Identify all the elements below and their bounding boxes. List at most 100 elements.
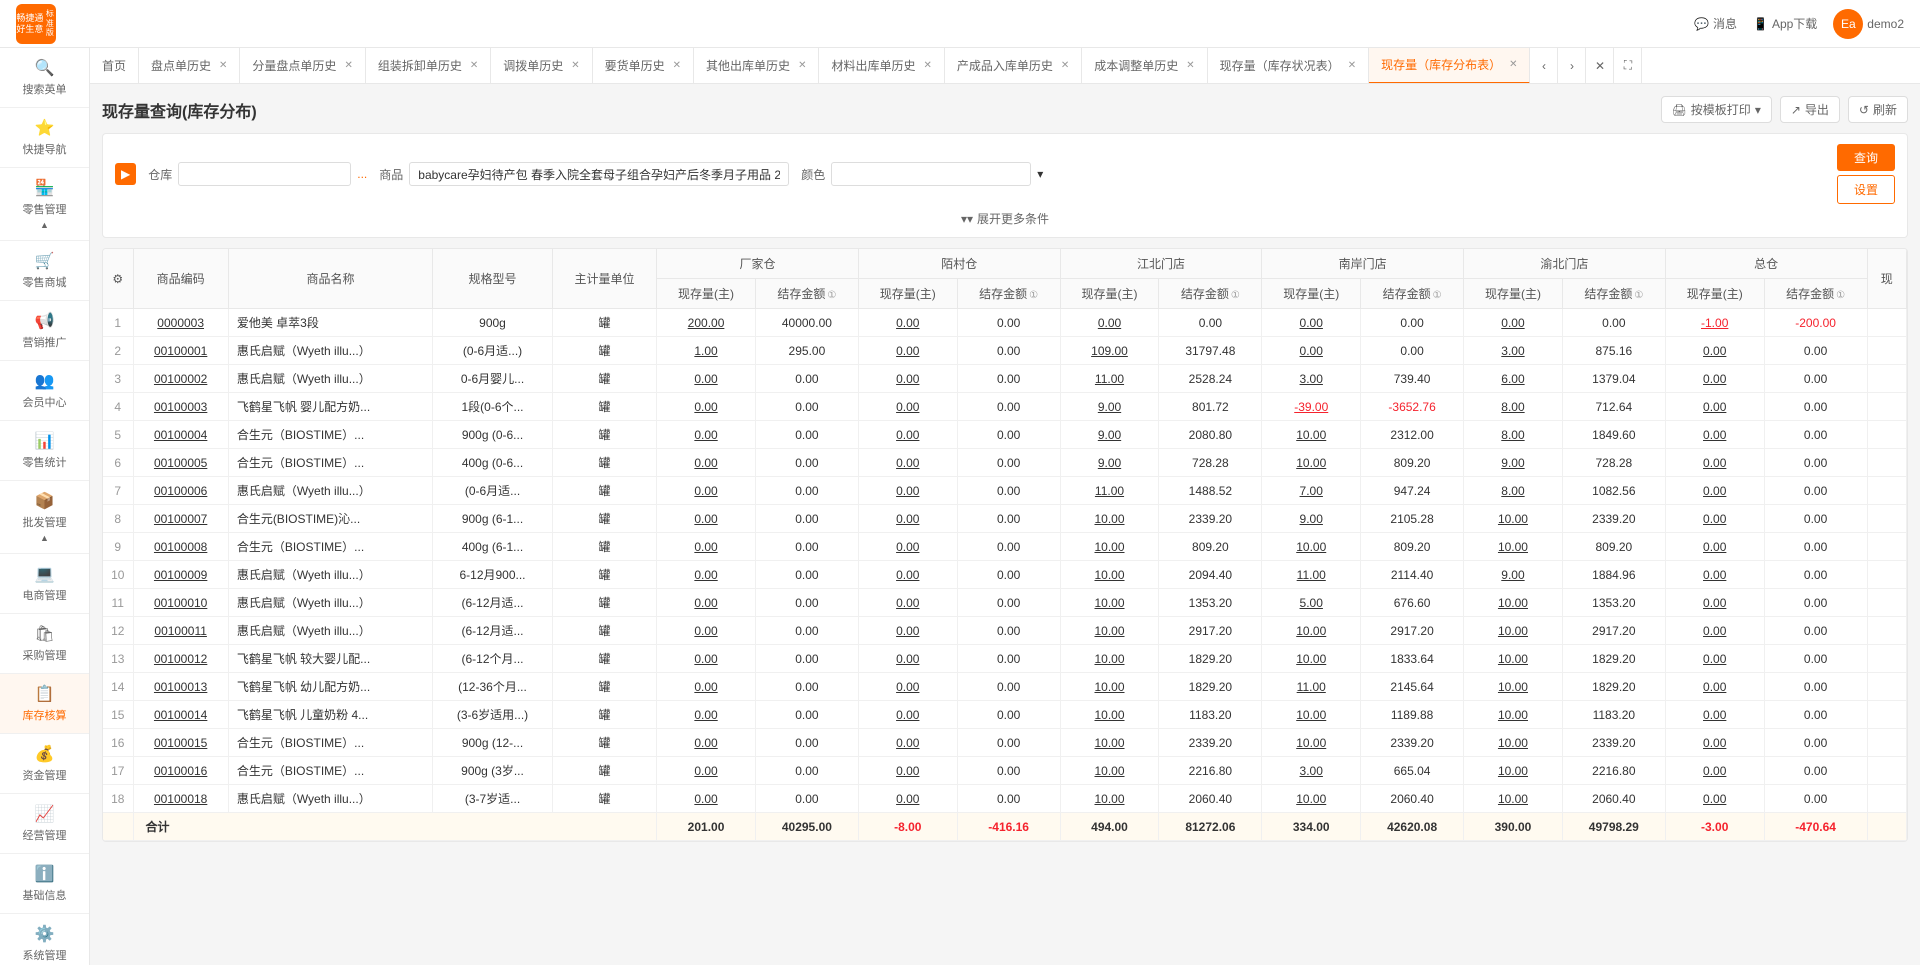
sidebar-item-零售统计[interactable]: 📊零售统计 bbox=[0, 421, 89, 481]
table-cell[interactable]: 0.00 bbox=[657, 393, 756, 421]
tab-close-all[interactable]: ✕ bbox=[1586, 48, 1614, 84]
table-cell[interactable]: 9.00 bbox=[1060, 393, 1159, 421]
table-cell[interactable]: 0.00 bbox=[1665, 449, 1764, 477]
table-cell[interactable]: 0.00 bbox=[657, 757, 756, 785]
table-cell[interactable]: 0.00 bbox=[858, 533, 957, 561]
table-cell[interactable]: 0.00 bbox=[858, 477, 957, 505]
table-cell[interactable]: 0.00 bbox=[858, 617, 957, 645]
product-code[interactable]: 00100009 bbox=[133, 561, 228, 589]
tab-close[interactable]: ✕ bbox=[1348, 60, 1356, 71]
table-cell[interactable]: 0.00 bbox=[1665, 673, 1764, 701]
info-icon[interactable]: ① bbox=[1634, 290, 1643, 301]
sidebar-item-会员中心[interactable]: 👥会员中心 bbox=[0, 361, 89, 421]
table-cell[interactable]: 10.00 bbox=[1464, 729, 1563, 757]
table-cell[interactable]: 0.00 bbox=[657, 785, 756, 813]
table-cell[interactable]: 10.00 bbox=[1060, 701, 1159, 729]
table-cell[interactable]: 5.00 bbox=[1262, 589, 1361, 617]
table-cell[interactable]: 0.00 bbox=[858, 589, 957, 617]
table-cell[interactable]: 8.00 bbox=[1464, 477, 1563, 505]
table-cell[interactable]: 0.00 bbox=[858, 421, 957, 449]
tab-expand[interactable]: ⛶ bbox=[1614, 48, 1642, 84]
table-cell[interactable]: 0.00 bbox=[657, 421, 756, 449]
info-icon[interactable]: ① bbox=[1231, 290, 1240, 301]
tab-prev[interactable]: ‹ bbox=[1530, 48, 1558, 84]
sidebar-item-采购管理[interactable]: 🛍采购管理 bbox=[0, 614, 89, 674]
table-cell[interactable]: 200.00 bbox=[657, 309, 756, 337]
table-cell[interactable]: 0.00 bbox=[1665, 617, 1764, 645]
tab-close[interactable]: ✕ bbox=[470, 60, 478, 71]
table-cell[interactable]: 0.00 bbox=[858, 365, 957, 393]
table-cell[interactable]: 10.00 bbox=[1060, 757, 1159, 785]
table-cell[interactable]: 10.00 bbox=[1060, 561, 1159, 589]
sidebar-item-搜索英单[interactable]: 🔍搜索英单 bbox=[0, 48, 89, 108]
product-code[interactable]: 00100008 bbox=[133, 533, 228, 561]
table-cell[interactable]: 6.00 bbox=[1464, 365, 1563, 393]
table-cell[interactable]: 11.00 bbox=[1262, 561, 1361, 589]
sidebar-item-零售管理[interactable]: 🏪零售管理▲ bbox=[0, 168, 89, 241]
product-code[interactable]: 00100003 bbox=[133, 393, 228, 421]
table-cell[interactable]: 11.00 bbox=[1060, 365, 1159, 393]
table-cell[interactable]: 10.00 bbox=[1464, 617, 1563, 645]
print-btn[interactable]: 🖨 按模板打印 ▾ bbox=[1661, 96, 1772, 123]
color-dropdown-icon[interactable]: ▾ bbox=[1037, 167, 1043, 181]
tab-close[interactable]: ✕ bbox=[1061, 60, 1069, 71]
table-cell[interactable]: 10.00 bbox=[1060, 785, 1159, 813]
settings-col-header[interactable]: ⚙ bbox=[103, 249, 133, 309]
info-icon[interactable]: ① bbox=[1433, 290, 1442, 301]
tab-6[interactable]: 其他出库单历史 ✕ bbox=[694, 48, 819, 84]
table-cell[interactable]: 7.00 bbox=[1262, 477, 1361, 505]
table-cell[interactable]: 3.00 bbox=[1464, 337, 1563, 365]
tab-3[interactable]: 组装拆卸单历史 ✕ bbox=[366, 48, 491, 84]
table-cell[interactable]: 0.00 bbox=[657, 701, 756, 729]
table-cell[interactable]: 0.00 bbox=[1665, 589, 1764, 617]
table-cell[interactable]: 10.00 bbox=[1262, 645, 1361, 673]
table-cell[interactable]: 0.00 bbox=[858, 309, 957, 337]
table-cell[interactable]: 0.00 bbox=[1060, 309, 1159, 337]
table-cell[interactable]: 0.00 bbox=[858, 337, 957, 365]
sidebar-item-营销推广[interactable]: 📢营销推广 bbox=[0, 301, 89, 361]
tab-close[interactable]: ✕ bbox=[571, 60, 579, 71]
table-cell[interactable]: 10.00 bbox=[1060, 589, 1159, 617]
tab-10[interactable]: 现存量（库存状况表）✕ bbox=[1208, 48, 1369, 84]
table-cell[interactable]: -1.00 bbox=[1665, 309, 1764, 337]
table-cell[interactable]: 0.00 bbox=[858, 393, 957, 421]
color-input[interactable] bbox=[831, 162, 1031, 186]
table-cell[interactable]: 0.00 bbox=[1665, 477, 1764, 505]
tab-close[interactable]: ✕ bbox=[219, 60, 227, 71]
table-cell[interactable]: 0.00 bbox=[858, 505, 957, 533]
table-cell[interactable]: 10.00 bbox=[1262, 617, 1361, 645]
table-cell[interactable]: 10.00 bbox=[1262, 785, 1361, 813]
tab-11[interactable]: 现存量（库存分布表）✕ bbox=[1369, 48, 1530, 84]
table-cell[interactable]: 10.00 bbox=[1262, 533, 1361, 561]
table-cell[interactable]: 0.00 bbox=[858, 673, 957, 701]
table-cell[interactable]: 10.00 bbox=[1262, 449, 1361, 477]
message-btn[interactable]: 💬 消息 bbox=[1694, 15, 1737, 32]
product-code[interactable]: 00100006 bbox=[133, 477, 228, 505]
table-cell[interactable]: 0.00 bbox=[1262, 337, 1361, 365]
sidebar-item-库存核算[interactable]: 📋库存核算 bbox=[0, 674, 89, 734]
export-btn[interactable]: ↗ 导出 bbox=[1780, 96, 1840, 123]
tab-2[interactable]: 分量盘点单历史 ✕ bbox=[240, 48, 365, 84]
product-code[interactable]: 00100001 bbox=[133, 337, 228, 365]
tab-5[interactable]: 要货单历史 ✕ bbox=[593, 48, 694, 84]
product-code[interactable]: 00100005 bbox=[133, 449, 228, 477]
table-cell[interactable]: 0.00 bbox=[858, 701, 957, 729]
tab-close[interactable]: ✕ bbox=[1186, 60, 1194, 71]
sidebar-item-零售商城[interactable]: 🛒零售商城 bbox=[0, 241, 89, 301]
tab-close[interactable]: ✕ bbox=[798, 60, 806, 71]
table-cell[interactable]: 10.00 bbox=[1464, 701, 1563, 729]
table-cell[interactable]: 9.00 bbox=[1464, 561, 1563, 589]
app-download-btn[interactable]: 📱 App下载 bbox=[1753, 15, 1817, 32]
table-cell[interactable]: 1.00 bbox=[657, 337, 756, 365]
tab-1[interactable]: 盘点单历史 ✕ bbox=[139, 48, 240, 84]
tab-7[interactable]: 材料出库单历史 ✕ bbox=[819, 48, 944, 84]
table-cell[interactable]: 0.00 bbox=[858, 785, 957, 813]
filter-expand-btn[interactable]: ▶ bbox=[115, 163, 136, 185]
product-code[interactable]: 00100002 bbox=[133, 365, 228, 393]
settings-btn[interactable]: 设置 bbox=[1837, 175, 1895, 204]
table-cell[interactable]: 0.00 bbox=[1665, 757, 1764, 785]
tab-close[interactable]: ✕ bbox=[344, 60, 352, 71]
sidebar-item-资金管理[interactable]: 💰资金管理 bbox=[0, 734, 89, 794]
table-cell[interactable]: 0.00 bbox=[1665, 729, 1764, 757]
table-cell[interactable]: 0.00 bbox=[1665, 393, 1764, 421]
